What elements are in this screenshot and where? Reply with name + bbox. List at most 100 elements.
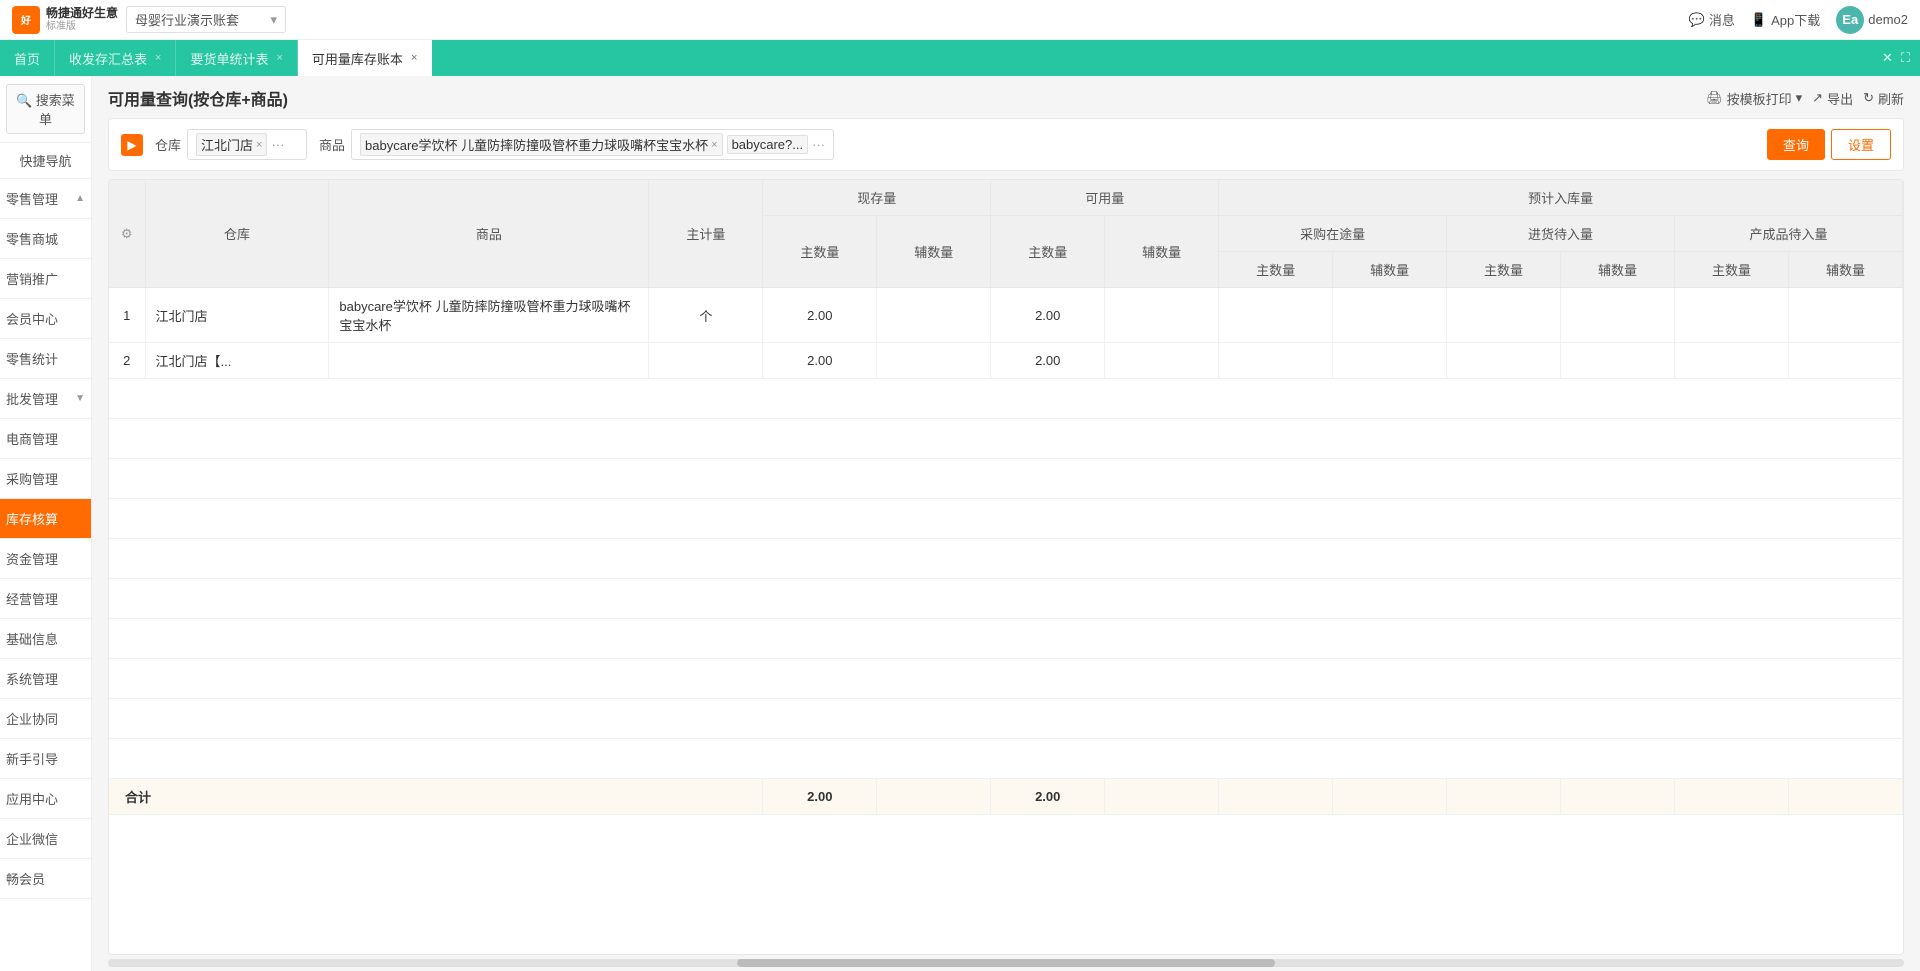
app-download-btn[interactable]: 📱 App下载 bbox=[1751, 10, 1820, 29]
warehouse-input[interactable]: 江北门店 × ··· bbox=[187, 129, 307, 160]
tab-receivepay-close[interactable]: × bbox=[155, 52, 161, 64]
page-actions: 🖨 按模板打印 ▾ ↗ 导出 ↻ 刷新 bbox=[1706, 89, 1904, 108]
sidebar-quick-nav[interactable]: 快捷导航 bbox=[0, 143, 91, 179]
warehouse-tag: 江北门店 × bbox=[196, 133, 267, 156]
th-warehouse: 仓库 bbox=[145, 180, 329, 288]
tab-order-stats-close[interactable]: × bbox=[276, 52, 282, 64]
warehouse-tag-close[interactable]: × bbox=[256, 139, 262, 151]
top-bar: 好 畅捷通好生意 标准版 母婴行业演示账套 ▾ 💬 消息 📱 App下载 Ea … bbox=[0, 0, 1920, 40]
th-product-pending: 产成品待入量 bbox=[1674, 216, 1902, 252]
warehouse-more-icon[interactable]: ··· bbox=[271, 137, 284, 152]
th-incoming-main: 主数量 bbox=[1447, 252, 1561, 288]
message-icon: 💬 bbox=[1689, 12, 1705, 28]
warehouse-filter-group: 仓库 江北门店 × ··· bbox=[155, 129, 307, 160]
row1-purchase-main bbox=[1219, 288, 1333, 343]
sidebar-search-btn[interactable]: 🔍 搜索菜单 bbox=[6, 84, 85, 134]
sidebar-item-system[interactable]: 系统管理 bbox=[0, 659, 91, 699]
sidebar-item-member-plus[interactable]: 畅会员 bbox=[0, 859, 91, 899]
filter-expand-btn[interactable]: ▶ bbox=[121, 134, 143, 156]
row1-stock-aux bbox=[877, 288, 991, 343]
settings-btn[interactable]: 设置 bbox=[1831, 129, 1891, 160]
empty-row bbox=[109, 499, 1903, 539]
sidebar-item-retail-mgmt[interactable]: 零售管理 ▲ bbox=[0, 179, 91, 219]
refresh-btn[interactable]: ↻ 刷新 bbox=[1863, 89, 1904, 108]
sidebar-item-retail-mall[interactable]: 零售商城 bbox=[0, 219, 91, 259]
sidebar-item-app-center[interactable]: 应用中心 bbox=[0, 779, 91, 819]
sidebar-item-basic-info[interactable]: 基础信息 bbox=[0, 619, 91, 659]
th-available-qty-group: 可用量 bbox=[991, 180, 1219, 216]
row1-product-aux bbox=[1788, 288, 1902, 343]
filter-bar: ▶ 仓库 江北门店 × ··· 商品 babycare学饮杯 儿童防摔防撞吸管杯… bbox=[108, 118, 1904, 171]
close-all-icon[interactable]: ✕ bbox=[1882, 50, 1893, 66]
empty-row bbox=[109, 379, 1903, 419]
product-input[interactable]: babycare学饮杯 儿童防摔防撞吸管杯重力球吸嘴杯宝宝水杯 × babyca… bbox=[351, 129, 834, 160]
tab-available-stock-close[interactable]: × bbox=[411, 52, 417, 64]
th-avail-main: 主数量 bbox=[991, 216, 1105, 288]
row2-avail-aux bbox=[1105, 343, 1219, 379]
template-print-btn[interactable]: 🖨 按模板打印 ▾ bbox=[1706, 89, 1802, 108]
search-btn[interactable]: 查询 bbox=[1767, 129, 1825, 160]
th-product: 商品 bbox=[329, 180, 649, 288]
sidebar-item-new-guide[interactable]: 新手引导 bbox=[0, 739, 91, 779]
tab-available-stock[interactable]: 可用量库存账本 × bbox=[298, 40, 432, 76]
total-stock-main: 2.00 bbox=[763, 779, 877, 815]
sidebar-item-member-center[interactable]: 会员中心 bbox=[0, 299, 91, 339]
row1-incoming-main bbox=[1447, 288, 1561, 343]
th-stock-aux: 辅数量 bbox=[877, 216, 991, 288]
sidebar-item-ecommerce[interactable]: 电商管理 bbox=[0, 419, 91, 459]
tab-home[interactable]: 首页 bbox=[0, 40, 55, 76]
tab-available-stock-label: 可用量库存账本 bbox=[312, 49, 403, 68]
product-filter-group: 商品 babycare学饮杯 儿童防摔防撞吸管杯重力球吸嘴杯宝宝水杯 × bab… bbox=[319, 129, 834, 160]
th-settings[interactable]: ⚙ bbox=[109, 180, 145, 288]
top-bar-left: 好 畅捷通好生意 标准版 母婴行业演示账套 ▾ bbox=[12, 6, 286, 34]
sidebar-item-wholesale-mgmt[interactable]: 批发管理 ▼ bbox=[0, 379, 91, 419]
page-header: 可用量查询(按仓库+商品) 🖨 按模板打印 ▾ ↗ 导出 ↻ 刷新 bbox=[92, 76, 1920, 118]
product-label: 商品 bbox=[319, 135, 345, 154]
th-forecast-in-group: 预计入库量 bbox=[1219, 180, 1903, 216]
row2-purchase-main bbox=[1219, 343, 1333, 379]
row1-purchase-aux bbox=[1333, 288, 1447, 343]
sidebar-item-purchase[interactable]: 采购管理 bbox=[0, 459, 91, 499]
empty-row bbox=[109, 699, 1903, 739]
sidebar-item-enterprise-wechat[interactable]: 企业微信 bbox=[0, 819, 91, 859]
sidebar-item-retail-stats[interactable]: 零售统计 bbox=[0, 339, 91, 379]
user-menu[interactable]: Ea demo2 bbox=[1836, 6, 1908, 34]
th-product-main: 主数量 bbox=[1674, 252, 1788, 288]
phone-icon: 📱 bbox=[1751, 12, 1767, 28]
message-btn[interactable]: 💬 消息 bbox=[1689, 10, 1735, 29]
row2-purchase-aux bbox=[1333, 343, 1447, 379]
row1-seq: 1 bbox=[109, 288, 145, 343]
row2-stock-main: 2.00 bbox=[763, 343, 877, 379]
logo-area: 好 畅捷通好生意 标准版 bbox=[12, 6, 118, 34]
print-icon: 🖨 bbox=[1706, 90, 1723, 106]
main-layout: 🔍 搜索菜单 快捷导航 零售管理 ▲ 零售商城 营销推广 会员中心 零售统计 批… bbox=[0, 76, 1920, 971]
sidebar: 🔍 搜索菜单 快捷导航 零售管理 ▲ 零售商城 营销推广 会员中心 零售统计 批… bbox=[0, 76, 92, 971]
industry-selector[interactable]: 母婴行业演示账套 ▾ bbox=[126, 6, 286, 33]
page-title: 可用量查询(按仓库+商品) bbox=[108, 86, 288, 110]
total-incoming-aux bbox=[1561, 779, 1675, 815]
sidebar-item-enterprise-collab[interactable]: 企业协同 bbox=[0, 699, 91, 739]
tab-order-stats-label: 要货单统计表 bbox=[190, 49, 268, 68]
product-tag-1-close[interactable]: × bbox=[711, 139, 717, 151]
table-settings-icon[interactable]: ⚙ bbox=[121, 226, 133, 241]
sidebar-item-ops[interactable]: 经营管理 bbox=[0, 579, 91, 619]
tab-order-stats[interactable]: 要货单统计表 × bbox=[176, 40, 297, 76]
th-stock-main: 主数量 bbox=[763, 216, 877, 288]
row2-incoming-main bbox=[1447, 343, 1561, 379]
scrollbar-track[interactable] bbox=[108, 959, 1904, 967]
sidebar-item-marketing[interactable]: 营销推广 bbox=[0, 259, 91, 299]
filter-actions: 查询 设置 bbox=[1767, 129, 1891, 160]
sidebar-search-area: 🔍 搜索菜单 bbox=[0, 76, 91, 143]
sidebar-item-inventory[interactable]: 库存核算 bbox=[0, 499, 91, 539]
row1-avail-main: 2.00 bbox=[991, 288, 1105, 343]
product-more-icon[interactable]: ··· bbox=[812, 137, 825, 152]
fullscreen-icon[interactable]: ⛶ bbox=[1901, 50, 1910, 66]
scrollbar-thumb[interactable] bbox=[737, 959, 1276, 967]
tab-receivepay[interactable]: 收发存汇总表 × bbox=[55, 40, 176, 76]
th-current-stock-group: 现存量 bbox=[763, 180, 991, 216]
table-row: 2 江北门店【... 2.00 2.00 bbox=[109, 343, 1903, 379]
export-btn[interactable]: ↗ 导出 bbox=[1812, 89, 1853, 108]
sidebar-item-finance[interactable]: 资金管理 bbox=[0, 539, 91, 579]
table-container: ⚙ 仓库 商品 主计量 现存量 可用量 预计入库量 主数量 辅数量 主数量 辅数… bbox=[108, 179, 1904, 955]
print-arrow-icon: ▾ bbox=[1796, 90, 1803, 106]
